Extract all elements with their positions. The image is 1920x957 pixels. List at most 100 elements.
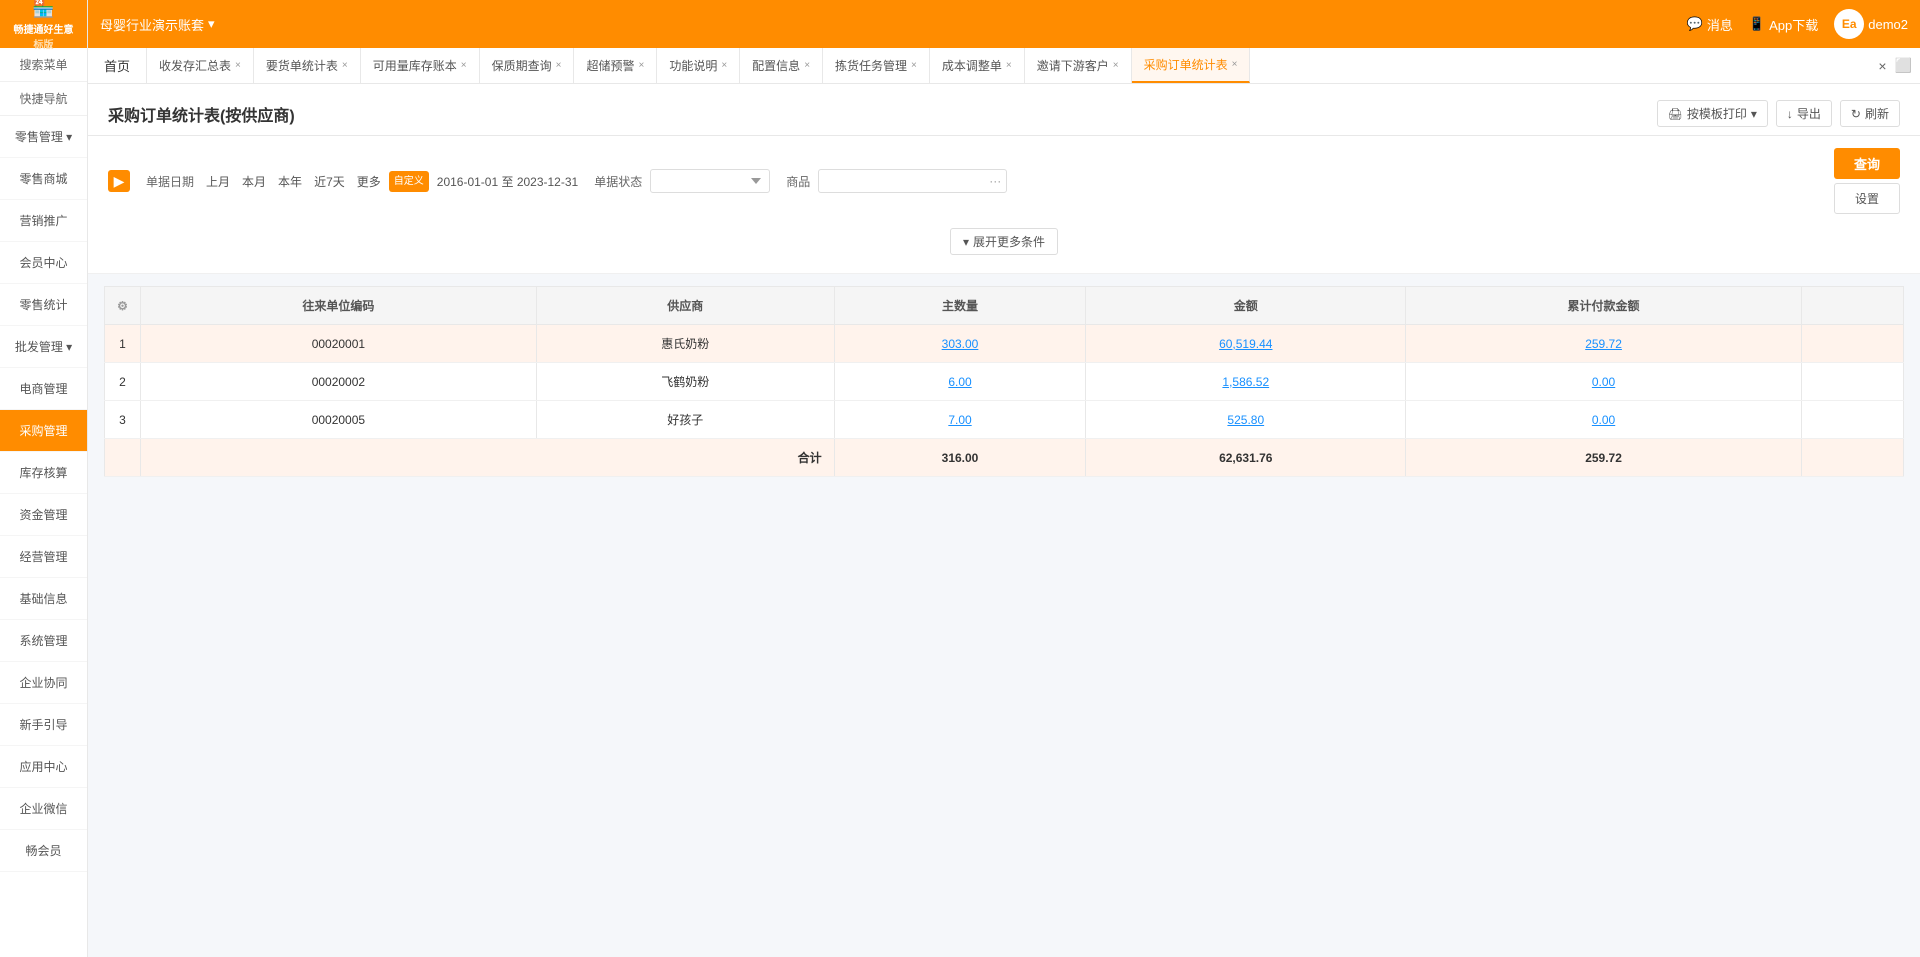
table-row: 2 00020002 飞鹤奶粉 6.00 1,586.52 0.00 (105, 363, 1904, 401)
tab-cost[interactable]: 成本调整单 × (930, 48, 1025, 83)
tab-receive-close[interactable]: × (235, 60, 241, 71)
collapse-btn[interactable]: ▶ (108, 170, 130, 192)
sidebar-item-new-guide[interactable]: 新手引导 (0, 704, 87, 746)
tab-task[interactable]: 拣货任务管理 × (823, 48, 930, 83)
shortcut-this-month[interactable]: 本月 (238, 171, 270, 192)
tab-function-close[interactable]: × (721, 60, 727, 71)
cell-qty: 7.00 (834, 401, 1086, 439)
status-select[interactable] (650, 169, 770, 193)
sidebar-item-ecommerce[interactable]: 电商管理 (0, 368, 87, 410)
sidebar-item-wholesale[interactable]: 批发管理 ▾ (0, 326, 87, 368)
th-extra (1801, 287, 1903, 325)
app-logo[interactable]: 🏪 畅捷通好生意 标版 (0, 0, 87, 48)
message-icon: 💬 (1687, 16, 1703, 32)
tab-config-close[interactable]: × (804, 60, 810, 71)
page-header: 采购订单统计表(按供应商) 🖨 按模板打印 ▾ ↓ 导出 ↻ 刷新 (88, 84, 1920, 136)
sidebar-item-finance[interactable]: 资金管理 (0, 494, 87, 536)
sidebar-item-wechat[interactable]: 企业微信 (0, 788, 87, 830)
sidebar-search[interactable]: 搜索菜单 (0, 48, 87, 82)
tab-invite-close[interactable]: × (1113, 60, 1119, 71)
table-wrap: ⚙ 往来单位编码 供应商 主数量 金额 累计付款金额 1 00020001 (88, 286, 1920, 493)
sidebar-item-enterprise[interactable]: 企业协同 (0, 662, 87, 704)
shortcut-more[interactable]: 更多 (353, 171, 385, 192)
filter-status-group: 单据状态 (594, 169, 770, 193)
setting-btn[interactable]: 设置 (1834, 183, 1900, 214)
data-table: ⚙ 往来单位编码 供应商 主数量 金额 累计付款金额 1 00020001 (104, 286, 1904, 477)
sidebar-item-marketing[interactable]: 营销推广 (0, 200, 87, 242)
tab-expiry-close[interactable]: × (556, 60, 562, 71)
th-code: 往来单位编码 (141, 287, 537, 325)
tab-home[interactable]: 首页 (88, 48, 147, 83)
qty-link[interactable]: 7.00 (948, 413, 971, 427)
sidebar-quick-nav[interactable]: 快捷导航 (0, 82, 87, 116)
sidebar-item-app-center[interactable]: 应用中心 (0, 746, 87, 788)
export-btn[interactable]: ↓ 导出 (1776, 100, 1832, 127)
tab-maximize-icon[interactable]: ⬜ (1895, 57, 1912, 74)
quick-nav-text[interactable]: 快捷导航 (19, 92, 67, 106)
tab-requisition-close[interactable]: × (342, 60, 348, 71)
cell-index: 3 (105, 401, 141, 439)
amount-link[interactable]: 1,586.52 (1222, 375, 1269, 389)
search-menu-text[interactable]: 搜索菜单 (19, 58, 67, 72)
tab-overstock[interactable]: 超储预警 × (574, 48, 657, 83)
tab-cost-close[interactable]: × (1006, 60, 1012, 71)
column-settings-icon[interactable]: ⚙ (117, 299, 128, 313)
sidebar-item-retail-stats[interactable]: 零售统计 (0, 284, 87, 326)
tab-task-close[interactable]: × (911, 60, 917, 71)
tab-purchase-stats[interactable]: 采购订单统计表 × (1132, 48, 1251, 83)
tab-receive[interactable]: 收发存汇总表 × (147, 48, 254, 83)
goods-input-dots[interactable]: ··· (989, 174, 1001, 188)
sidebar-item-retail-mgmt[interactable]: 零售管理 ▾ (0, 116, 87, 158)
footer-empty-1 (105, 439, 141, 477)
paid-link[interactable]: 259.72 (1585, 337, 1622, 351)
sidebar-item-ops[interactable]: 经营管理 (0, 536, 87, 578)
sidebar-item-inventory[interactable]: 库存核算 (0, 452, 87, 494)
amount-link[interactable]: 525.80 (1227, 413, 1264, 427)
refresh-icon: ↻ (1851, 107, 1861, 121)
user-menu[interactable]: Ea demo2 (1834, 9, 1908, 39)
shortcut-this-year[interactable]: 本年 (274, 171, 306, 192)
main-area: 母婴行业演示账套 ▾ 💬 消息 📱 App下载 Ea demo2 首页 收发存汇… (88, 0, 1920, 957)
app-download-label: App下载 (1769, 15, 1818, 34)
account-dropdown[interactable]: 母婴行业演示账套 ▾ (100, 15, 215, 34)
content-area: 采购订单统计表(按供应商) 🖨 按模板打印 ▾ ↓ 导出 ↻ 刷新 (88, 84, 1920, 957)
goods-input[interactable] (818, 169, 1007, 193)
tab-purchase-stats-close[interactable]: × (1232, 59, 1238, 70)
sidebar-item-purchase[interactable]: 采购管理 (0, 410, 87, 452)
sidebar-item-member[interactable]: 会员中心 (0, 242, 87, 284)
sidebar-item-basic[interactable]: 基础信息 (0, 578, 87, 620)
query-btn[interactable]: 查询 (1834, 148, 1900, 179)
tab-expiry[interactable]: 保质期查询 × (480, 48, 575, 83)
shortcut-7days[interactable]: 近7天 (310, 171, 349, 192)
sidebar-item-retail-store[interactable]: 零售商城 (0, 158, 87, 200)
qty-link[interactable]: 6.00 (948, 375, 971, 389)
expand-more-btn[interactable]: ▾ 展开更多条件 (950, 228, 1058, 255)
status-filter-label: 单据状态 (594, 173, 642, 190)
tab-invite[interactable]: 邀请下游客户 × (1025, 48, 1132, 83)
chevron-down-icon: ▾ (963, 235, 969, 249)
tab-overstock-close[interactable]: × (638, 60, 644, 71)
amount-link[interactable]: 60,519.44 (1219, 337, 1272, 351)
goods-input-wrap: ··· (818, 169, 1007, 193)
date-shortcuts: 上月 本月 本年 近7天 更多 自定义 (202, 171, 429, 192)
paid-link[interactable]: 0.00 (1592, 375, 1615, 389)
cell-paid: 0.00 (1406, 401, 1802, 439)
tab-inventory-book[interactable]: 可用量库存账本 × (361, 48, 480, 83)
refresh-btn[interactable]: ↻ 刷新 (1840, 100, 1900, 127)
sidebar-item-system[interactable]: 系统管理 (0, 620, 87, 662)
tab-function[interactable]: 功能说明 × (657, 48, 740, 83)
tab-inventory-close[interactable]: × (461, 60, 467, 71)
message-btn[interactable]: 💬 消息 (1687, 15, 1733, 34)
paid-link[interactable]: 0.00 (1592, 413, 1615, 427)
app-download-btn[interactable]: 📱 App下载 (1749, 15, 1818, 34)
template-print-btn[interactable]: 🖨 按模板打印 ▾ (1657, 100, 1768, 127)
qty-link[interactable]: 303.00 (942, 337, 979, 351)
table-row: 3 00020005 好孩子 7.00 525.80 0.00 (105, 401, 1904, 439)
tab-close-all-icon[interactable]: × (1878, 58, 1886, 74)
export-label: 导出 (1797, 105, 1821, 122)
sidebar-item-member2[interactable]: 畅会员 (0, 830, 87, 872)
cell-index: 1 (105, 325, 141, 363)
tab-config[interactable]: 配置信息 × (740, 48, 823, 83)
shortcut-last-month[interactable]: 上月 (202, 171, 234, 192)
tab-requisition[interactable]: 要货单统计表 × (254, 48, 361, 83)
